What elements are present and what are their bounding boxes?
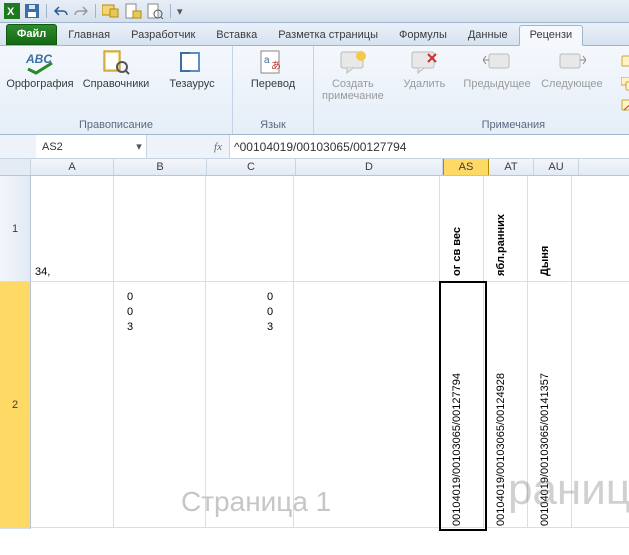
formula-bar: AS2 ▾ fx ^00104019/00103065/00127794 <box>0 135 629 159</box>
cell-grid[interactable]: 34, ог св вес ябл.ранних Дыня 0 0 3 0 0 … <box>31 176 629 527</box>
group-language-title: Язык <box>241 117 305 134</box>
show-hide-comment-button[interactable]: Показать ил <box>621 52 629 72</box>
bg-watermark: раниц <box>508 465 629 515</box>
show-ink-button[interactable]: Показать рук <box>621 96 629 116</box>
print-preview-icon[interactable] <box>146 3 164 19</box>
col-header-b[interactable]: B <box>114 159 207 175</box>
tab-developer[interactable]: Разработчик <box>121 26 205 45</box>
row-headers: 1 2 <box>0 176 31 529</box>
show-all-comments-button[interactable]: Показать все <box>621 74 629 94</box>
formula-input[interactable]: ^00104019/00103065/00127794 <box>229 135 629 158</box>
formula-value: ^00104019/00103065/00127794 <box>234 140 406 154</box>
qat-separator <box>170 4 171 18</box>
group-language: aあ Перевод Язык <box>233 46 314 134</box>
name-box[interactable]: AS2 ▾ <box>36 135 147 158</box>
new-comment-icon <box>339 48 367 76</box>
qat-separator <box>46 4 47 18</box>
mailmerge-icon[interactable] <box>102 3 120 19</box>
col-header-au[interactable]: AU <box>534 159 579 175</box>
next-comment-button[interactable]: Следующее <box>541 48 603 90</box>
select-all-corner[interactable] <box>0 159 31 175</box>
cell-at1: ябл.ранних <box>495 186 507 276</box>
prev-comment-label: Предыдущее <box>463 78 530 90</box>
ribbon: ABC Орфография Справочники Тезаурус Прав… <box>0 46 629 135</box>
quick-access-toolbar: X ▾ <box>0 0 629 23</box>
delete-comment-label: Удалить <box>403 78 445 90</box>
group-comments-title: Примечания <box>322 117 629 134</box>
tab-home[interactable]: Главная <box>58 26 120 45</box>
spellcheck-button[interactable]: ABC Орфография <box>8 48 72 90</box>
cell-b-v2: 3 <box>127 321 133 333</box>
cell-as1: ог св вес <box>451 186 463 276</box>
cell-c-v0: 0 <box>267 291 273 303</box>
thesaurus-label: Тезаурус <box>169 78 214 90</box>
fx-icon[interactable]: fx <box>207 141 229 153</box>
translate-button[interactable]: aあ Перевод <box>241 48 305 90</box>
cell-c-v1: 0 <box>267 306 273 318</box>
col-header-at[interactable]: AT <box>489 159 534 175</box>
translate-icon: aあ <box>259 48 287 76</box>
research-button[interactable]: Справочники <box>84 48 148 90</box>
spellcheck-icon: ABC <box>24 48 56 76</box>
cell-au1: Дыня <box>539 186 551 276</box>
qat-separator <box>95 4 96 18</box>
next-comment-label: Следующее <box>541 78 603 90</box>
row-header-1[interactable]: 1 <box>0 176 31 282</box>
tab-insert[interactable]: Вставка <box>206 26 267 45</box>
thesaurus-icon <box>178 48 206 76</box>
delete-comment-button[interactable]: Удалить <box>396 48 453 90</box>
name-box-dropdown-icon[interactable]: ▾ <box>132 140 146 153</box>
redo-icon[interactable] <box>73 5 89 17</box>
qat-customize-icon[interactable]: ▾ <box>177 5 183 18</box>
svg-text:a: a <box>264 55 270 66</box>
excel-icon[interactable]: X <box>4 3 20 19</box>
page-watermark: Страница 1 <box>181 486 331 518</box>
column-headers: A B C D AS AT AU <box>0 159 629 176</box>
worksheet: A B C D AS AT AU 1 2 34, ог св вес ябл.р… <box>0 159 629 529</box>
new-comment-button[interactable]: Создать примечание <box>322 48 384 102</box>
tab-file[interactable]: Файл <box>6 24 57 45</box>
spellcheck-label: Орфография <box>6 78 73 90</box>
cell-at2: 00104019/00103065/00124928 <box>495 346 507 526</box>
research-icon <box>102 48 130 76</box>
col-header-c[interactable]: C <box>207 159 296 175</box>
cell-b-v0: 0 <box>127 291 133 303</box>
group-spelling: ABC Орфография Справочники Тезаурус Прав… <box>0 46 233 134</box>
group-spelling-title: Правописание <box>8 117 224 134</box>
name-box-value: AS2 <box>36 141 132 153</box>
svg-text:X: X <box>7 6 15 18</box>
ribbon-tabs: Файл Главная Разработчик Вставка Разметк… <box>0 23 629 46</box>
comments-toggles: Показать ил Показать все Показать рук <box>615 48 629 116</box>
cell-c-v2: 3 <box>267 321 273 333</box>
new-comment-label: Создать примечание <box>322 78 384 102</box>
col-header-a[interactable]: A <box>31 159 114 175</box>
row-header-2[interactable]: 2 <box>0 282 31 529</box>
tab-review[interactable]: Рецензи <box>519 25 584 46</box>
svg-text:あ: あ <box>271 60 281 72</box>
thesaurus-button[interactable]: Тезаурус <box>160 48 224 90</box>
col-header-as[interactable]: AS <box>443 159 489 175</box>
new-doc-icon[interactable] <box>124 3 142 19</box>
undo-icon[interactable] <box>53 5 69 17</box>
next-comment-icon <box>558 48 586 76</box>
tab-formulas[interactable]: Формулы <box>389 26 457 45</box>
save-icon[interactable] <box>24 3 40 19</box>
cell-a1: 34, <box>35 266 50 278</box>
col-header-d[interactable]: D <box>296 159 443 175</box>
translate-label: Перевод <box>251 78 295 90</box>
research-label: Справочники <box>83 78 150 90</box>
tab-pagelayout[interactable]: Разметка страницы <box>268 26 388 45</box>
prev-comment-button[interactable]: Предыдущее <box>465 48 529 90</box>
cell-b-v1: 0 <box>127 306 133 318</box>
active-cell-selection <box>439 281 487 531</box>
prev-comment-icon <box>483 48 511 76</box>
tab-data[interactable]: Данные <box>458 26 518 45</box>
delete-comment-icon <box>410 48 438 76</box>
group-comments: Создать примечание Удалить Предыдущее Сл… <box>314 46 629 134</box>
